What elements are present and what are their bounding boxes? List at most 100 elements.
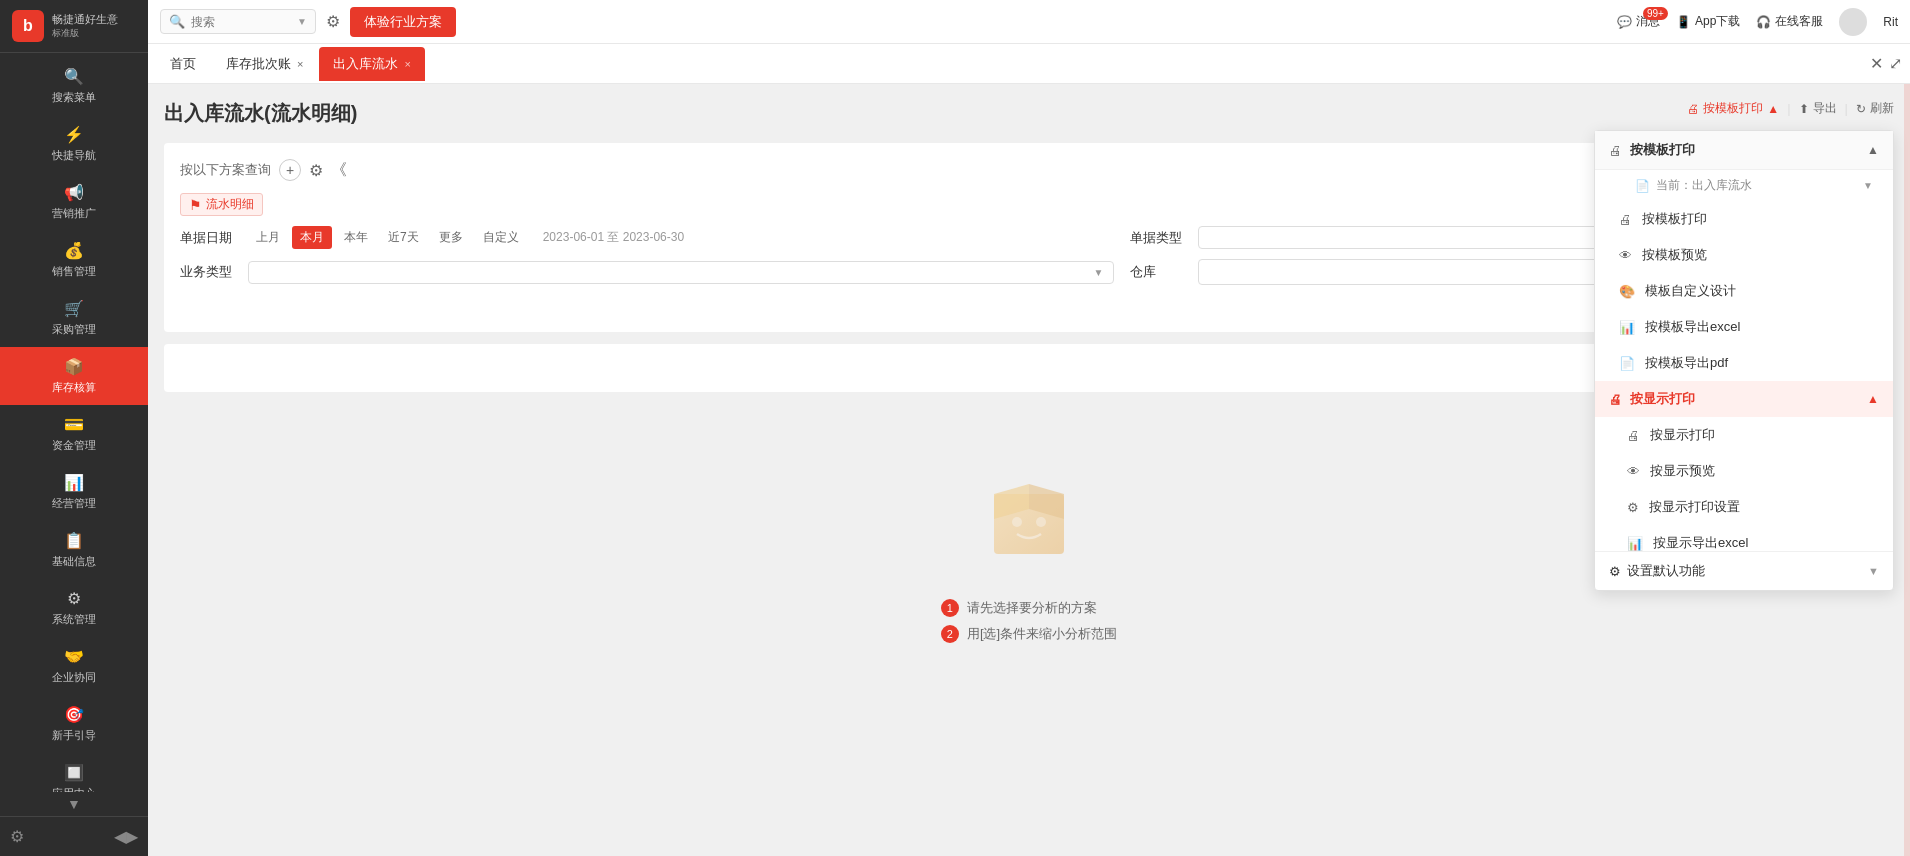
- dropdown-display-export-excel[interactable]: 📊 按显示导出excel: [1595, 525, 1893, 551]
- filter-tag-liushui[interactable]: ⚑ 流水明细: [180, 193, 263, 216]
- tab-close-inventory-batch[interactable]: ×: [297, 58, 303, 70]
- dropdown-display-print-item[interactable]: 🖨 按显示打印: [1595, 417, 1893, 453]
- add-condition-button[interactable]: +: [279, 159, 301, 181]
- sidebar-item-label: 采购管理: [52, 322, 96, 337]
- tab-home[interactable]: 首页: [156, 47, 210, 81]
- dropdown-display-print-settings[interactable]: ⚙ 按显示打印设置: [1595, 489, 1893, 525]
- warehouse-label: 仓库: [1130, 263, 1190, 281]
- collapse-icon[interactable]: ◀▶: [114, 827, 138, 846]
- trial-button[interactable]: 体验行业方案: [350, 7, 456, 37]
- search-dropdown-icon[interactable]: ▼: [297, 16, 307, 27]
- marketing-icon: 📢: [64, 183, 84, 202]
- preview-icon-2: 👁: [1627, 464, 1640, 479]
- app-download-button[interactable]: 📱 App下载: [1676, 13, 1740, 30]
- date-option-last-month[interactable]: 上月: [248, 226, 288, 249]
- settings-print-icon: ⚙: [1627, 500, 1639, 515]
- dropdown-template-export-excel[interactable]: 📊 按模板导出excel: [1595, 309, 1893, 345]
- date-option-custom[interactable]: 自定义: [475, 226, 527, 249]
- empty-step-2: 2 用[选]条件来缩小分析范围: [941, 625, 1117, 643]
- apps-icon: 🔲: [64, 763, 84, 782]
- tab-stock-flow[interactable]: 出入库流水 ×: [319, 47, 424, 81]
- excel-icon-2: 📊: [1627, 536, 1643, 551]
- dropdown-display-preview[interactable]: 👁 按显示预览: [1595, 453, 1893, 489]
- dropdown-collapse-icon[interactable]: ▲: [1867, 143, 1879, 157]
- sidebar-item-label: 营销推广: [52, 206, 96, 221]
- sidebar-item-apps[interactable]: 🔲 应用中心: [0, 753, 148, 792]
- sidebar-item-sales[interactable]: 💰 销售管理: [0, 231, 148, 289]
- dropdown-template-export-pdf[interactable]: 📄 按模板导出pdf: [1595, 345, 1893, 381]
- svg-point-3: [1012, 517, 1022, 527]
- sidebar-item-label: 库存核算: [52, 380, 96, 395]
- sidebar-item-label: 销售管理: [52, 264, 96, 279]
- sidebar-item-label: 经营管理: [52, 496, 96, 511]
- dropdown-template-print-item[interactable]: 🖨 按模板打印: [1595, 201, 1893, 237]
- dropdown-template-print-header: 🖨 按模板打印 ▲: [1595, 131, 1893, 170]
- dropdown-scrollable: 🖨 按模板打印 ▲ 📄 当前：出入库流水 ▼ 🖨 按模板打印: [1595, 131, 1893, 551]
- tabbar-right: ✕ ⤢: [1870, 54, 1902, 73]
- right-edge-bar: [1904, 84, 1910, 856]
- print-template-button[interactable]: 🖨 按模板打印 ▲: [1687, 100, 1779, 117]
- dropdown-footer-set-default[interactable]: ⚙ 设置默认功能 ▼: [1595, 551, 1893, 590]
- sidebar-item-search[interactable]: 🔍 搜索菜单: [0, 57, 148, 115]
- date-option-current-year[interactable]: 本年: [336, 226, 376, 249]
- sidebar-item-guide[interactable]: 🎯 新手引导: [0, 695, 148, 753]
- close-tab-icon[interactable]: ✕: [1870, 54, 1883, 73]
- tab-close-stock-flow[interactable]: ×: [404, 58, 410, 70]
- settings-icon[interactable]: ⚙: [10, 827, 24, 846]
- sidebar-scroll-down[interactable]: ▼: [67, 796, 81, 812]
- global-search[interactable]: 🔍 ▼: [160, 9, 316, 34]
- dropdown-display-print-header[interactable]: 🖨 按显示打印 ▲: [1595, 381, 1893, 417]
- settings-condition-icon[interactable]: ⚙: [309, 161, 323, 180]
- dropdown-template-custom-design[interactable]: 🎨 模板自定义设计: [1595, 273, 1893, 309]
- expand-icon[interactable]: ⤢: [1889, 54, 1902, 73]
- preview-icon: 👁: [1619, 248, 1632, 263]
- search-icon: 🔍: [169, 14, 185, 29]
- print-icon-2: 🖨: [1627, 428, 1640, 443]
- message-badge: 99+: [1643, 7, 1668, 20]
- export-button[interactable]: ⬆ 导出: [1799, 100, 1837, 117]
- shortcut-icon: ⚡: [64, 125, 84, 144]
- date-label: 单据日期: [180, 229, 240, 247]
- search-input[interactable]: [191, 15, 291, 29]
- dropdown-current-label: 📄 当前：出入库流水 ▼: [1595, 170, 1893, 201]
- search-icon: 🔍: [64, 67, 84, 86]
- sidebar-item-marketing[interactable]: 📢 营销推广: [0, 173, 148, 231]
- business-type-label: 业务类型: [180, 263, 240, 281]
- print-dropdown-panel: 🖨 按模板打印 ▲ 📄 当前：出入库流水 ▼ 🖨 按模板打印: [1594, 130, 1894, 591]
- printer-active-icon: 🖨: [1609, 392, 1622, 407]
- sidebar-item-purchase[interactable]: 🛒 采购管理: [0, 289, 148, 347]
- sidebar-item-label: 应用中心: [52, 786, 96, 792]
- refresh-button[interactable]: ↻ 刷新: [1856, 100, 1894, 117]
- printer-icon-2: 🖨: [1609, 143, 1622, 158]
- business-type-select[interactable]: ▼: [248, 261, 1114, 284]
- date-option-current-month[interactable]: 本月: [292, 226, 332, 249]
- chevron-down-icon-2: ▼: [1094, 267, 1104, 278]
- avatar[interactable]: [1839, 8, 1867, 36]
- chevron-up-icon-3[interactable]: ▲: [1867, 392, 1879, 406]
- sidebar-item-operations[interactable]: 📊 经营管理: [0, 463, 148, 521]
- chevron-down-icon-3: ▼: [1863, 180, 1873, 191]
- design-icon: 🎨: [1619, 284, 1635, 299]
- sidebar-item-corp[interactable]: 🤝 企业协同: [0, 637, 148, 695]
- toolbar-divider-1: |: [1787, 101, 1790, 116]
- online-service-button[interactable]: 🎧 在线客服: [1756, 13, 1823, 30]
- message-button[interactable]: 💬 消息 99+: [1617, 13, 1660, 30]
- username[interactable]: Rit: [1883, 15, 1898, 29]
- dropdown-template-preview[interactable]: 👁 按模板预览: [1595, 237, 1893, 273]
- sidebar-item-inventory[interactable]: 📦 库存核算: [0, 347, 148, 405]
- tab-inventory-batch[interactable]: 库存批次账 ×: [212, 47, 317, 81]
- date-option-more[interactable]: 更多: [431, 226, 471, 249]
- sidebar-nav: 🔍 搜索菜单 ⚡ 快捷导航 📢 营销推广 💰 销售管理 🛒 采购管理 📦: [0, 53, 148, 792]
- collapse-condition-icon[interactable]: 《: [331, 160, 347, 181]
- topbar-gear-icon[interactable]: ⚙: [326, 12, 340, 31]
- sidebar-item-basic[interactable]: 📋 基础信息: [0, 521, 148, 579]
- date-options: 上月 本月 本年 近7天 更多 自定义: [248, 226, 527, 249]
- purchase-icon: 🛒: [64, 299, 84, 318]
- sidebar-item-shortcut[interactable]: ⚡ 快捷导航: [0, 115, 148, 173]
- tabbar: 首页 库存批次账 × 出入库流水 × ✕ ⤢: [148, 44, 1910, 84]
- date-option-7days[interactable]: 近7天: [380, 226, 427, 249]
- topbar-right: 💬 消息 99+ 📱 App下载 🎧 在线客服 Rit: [1617, 8, 1898, 36]
- logo-icon: b: [12, 10, 44, 42]
- sidebar-item-system[interactable]: ⚙ 系统管理: [0, 579, 148, 637]
- sidebar-item-finance[interactable]: 💳 资金管理: [0, 405, 148, 463]
